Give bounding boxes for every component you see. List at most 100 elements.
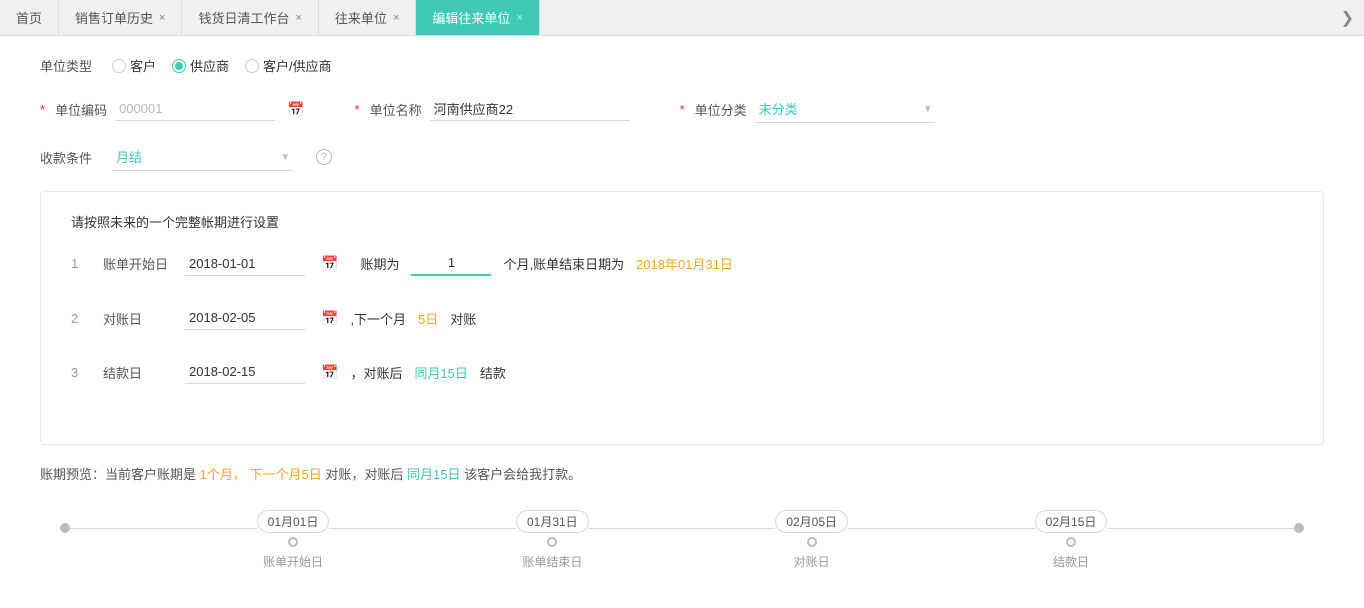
recon-date-input[interactable]: [185, 306, 305, 330]
close-icon[interactable]: ×: [516, 12, 522, 24]
chevron-down-icon-payment: ▾: [282, 150, 288, 163]
payment-cond-value: 月结: [116, 147, 278, 166]
recon-day-highlight: 5日: [418, 309, 438, 328]
tab-edit-partner-label: 编辑往来单位: [432, 8, 510, 27]
unit-category-value: 未分类: [759, 99, 921, 118]
row-key-2: 对账日: [103, 309, 173, 328]
radio-customer-supplier-circle: [245, 59, 259, 73]
timeline-label-1: 账单开始日: [263, 553, 323, 570]
row-key-3: 结款日: [103, 363, 173, 382]
unit-info-row: * 单位编码 📅 * 单位名称 * 单位分类 未分类 ▾: [40, 95, 1324, 123]
unit-type-label: 单位类型: [40, 56, 92, 75]
close-icon[interactable]: ×: [393, 12, 399, 24]
tab-partner-list[interactable]: 往来单位 ×: [319, 0, 416, 35]
period-label: 账期为: [360, 254, 399, 273]
timeline-node-4: 02月15日 结款日: [1035, 510, 1108, 570]
timeline-end-dot: [1294, 523, 1304, 533]
row-num-3: 3: [71, 365, 91, 380]
timeline-connector-4: [1107, 528, 1294, 530]
timeline-label-3: 对账日: [794, 553, 830, 570]
radio-supplier-inner: [175, 62, 183, 70]
recon-date-calendar-icon[interactable]: 📅: [321, 310, 338, 327]
timeline-connector-2: [589, 528, 776, 530]
tab-cash-daily-label: 钱货日清工作台: [198, 8, 289, 27]
preview-part2: 下一个月5日: [250, 467, 322, 482]
settle-date-calendar-icon[interactable]: 📅: [321, 364, 338, 381]
timeline-node-1: 01月01日 账单开始日: [257, 510, 330, 570]
timeline-connector-0: [70, 528, 257, 530]
radio-customer-supplier[interactable]: 客户/供应商: [245, 56, 332, 75]
unit-category-label: 单位分类: [695, 100, 747, 119]
timeline-dot-2: [547, 537, 557, 547]
timeline-start: [60, 510, 70, 533]
help-icon[interactable]: ?: [316, 149, 332, 165]
tab-cash-daily[interactable]: 钱货日清工作台 ×: [182, 0, 318, 35]
main-content: 单位类型 客户 供应商 客户/供应商 * 单位编码 📅: [0, 36, 1364, 608]
unit-code-group: * 单位编码 📅: [40, 97, 305, 121]
tab-edit-partner[interactable]: 编辑往来单位 ×: [416, 0, 539, 35]
preview-part3: 对账，对账后: [325, 467, 403, 482]
unit-category-group: * 单位分类 未分类 ▾: [680, 95, 935, 123]
radio-customer-label: 客户: [130, 56, 156, 75]
timeline-start-dot: [60, 523, 70, 533]
tab-sales-history[interactable]: 销售订单历史 ×: [59, 0, 182, 35]
payment-cond-row: 收款条件 月结 ▾ ?: [40, 143, 1324, 171]
unit-code-input[interactable]: [115, 97, 275, 121]
radio-supplier-label: 供应商: [190, 56, 229, 75]
payment-cond-label: 收款条件: [40, 148, 92, 167]
radio-group: 客户 供应商 客户/供应商: [112, 56, 332, 75]
period-suffix: 个月,账单结束日期为: [503, 254, 624, 273]
section-title: 请按照未来的一个完整帐期进行设置: [71, 212, 1293, 231]
recon-suffix: 对账: [450, 309, 476, 328]
unit-category-dropdown[interactable]: 未分类 ▾: [755, 95, 935, 123]
timeline-container: 01月01日 账单开始日 01月31日 账单结束日 02月05日 对账日 02月…: [40, 506, 1324, 570]
close-icon[interactable]: ×: [159, 12, 165, 24]
payment-cond-dropdown[interactable]: 月结 ▾: [112, 143, 292, 171]
timeline-label-4: 结款日: [1053, 553, 1089, 570]
settle-prefix: ，对账后: [350, 363, 402, 382]
required-star-name: *: [355, 102, 360, 117]
timeline-node-3: 02月05日 对账日: [775, 510, 848, 570]
setting-section: 请按照未来的一个完整帐期进行设置 1 账单开始日 📅 账期为 个月,账单结束日期…: [40, 191, 1324, 445]
tab-bar: 首页 销售订单历史 × 钱货日清工作台 × 往来单位 × 编辑往来单位 × ❯: [0, 0, 1364, 36]
unit-name-group: * 单位名称: [355, 97, 630, 121]
radio-customer[interactable]: 客户: [112, 56, 156, 75]
timeline-end: [1294, 510, 1304, 533]
tab-expand-button[interactable]: ❯: [1331, 0, 1364, 35]
unit-code-label: 单位编码: [55, 100, 107, 119]
preview-text: 账期预览：当前客户账期是 1个月， 下一个月5日 对账，对账后 同月15日 该客…: [40, 465, 1324, 486]
chevron-down-icon: ▾: [925, 102, 931, 115]
timeline-dot-1: [288, 537, 298, 547]
required-star: *: [40, 102, 45, 117]
unit-name-label: 单位名称: [370, 100, 422, 119]
radio-supplier[interactable]: 供应商: [172, 56, 229, 75]
tab-sales-history-label: 销售订单历史: [75, 8, 153, 27]
setting-row-3: 3 结款日 📅 ，对账后 同月15日 结款: [71, 360, 1293, 384]
preview-part1: 1个月，: [200, 467, 246, 482]
start-date-calendar-icon[interactable]: 📅: [321, 255, 338, 272]
start-date-input[interactable]: [185, 252, 305, 276]
timeline-badge-4: 02月15日: [1035, 510, 1108, 533]
row-key-1: 账单开始日: [103, 254, 173, 273]
settle-date-input[interactable]: [185, 360, 305, 384]
timeline-badge-2: 01月31日: [516, 510, 589, 533]
settle-suffix: 结款: [480, 363, 506, 382]
timeline-dot-4: [1066, 537, 1076, 547]
close-icon[interactable]: ×: [295, 12, 301, 24]
settle-day-highlight: 同月15日: [414, 363, 467, 382]
end-date-highlight: 2018年01月31日: [636, 254, 733, 273]
timeline-badge-1: 01月01日: [257, 510, 330, 533]
radio-customer-supplier-label: 客户/供应商: [263, 56, 332, 75]
row-num-1: 1: [71, 256, 91, 271]
radio-customer-circle: [112, 59, 126, 73]
period-input[interactable]: [411, 251, 491, 276]
timeline-label-2: 账单结束日: [522, 553, 582, 570]
tab-home[interactable]: 首页: [0, 0, 59, 35]
unit-type-row: 单位类型 客户 供应商 客户/供应商: [40, 56, 1324, 75]
calendar-icon[interactable]: 📅: [287, 101, 304, 118]
setting-row-2: 2 对账日 📅 ,下一个月5日 对账: [71, 306, 1293, 330]
unit-name-input[interactable]: [430, 97, 630, 121]
recon-prefix: ,下一个月: [350, 309, 406, 328]
preview-part5: 该客户会给我打款。: [464, 467, 581, 482]
tab-home-label: 首页: [16, 8, 42, 27]
